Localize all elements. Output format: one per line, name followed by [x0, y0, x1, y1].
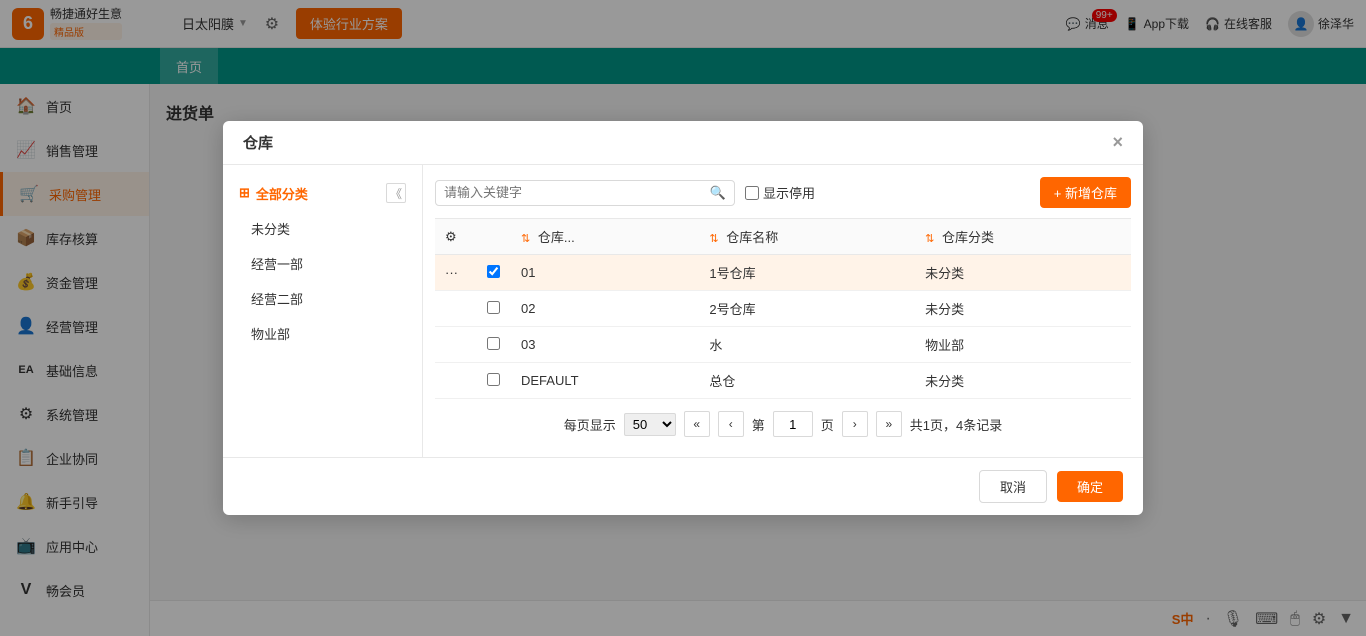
th-code: ⇅ 仓库...	[511, 219, 699, 255]
page-size-select[interactable]: 50 100	[624, 413, 676, 436]
table-toolbar: 🔍 显示停用 + 新增仓库	[435, 177, 1131, 208]
row-actions	[435, 291, 475, 327]
first-page-button[interactable]: «	[684, 411, 710, 437]
row-name: 总仓	[699, 363, 915, 399]
add-warehouse-button[interactable]: + 新增仓库	[1040, 177, 1131, 208]
table-row[interactable]: ··· 01 1号仓库 未分类	[435, 255, 1131, 291]
page-input[interactable]	[773, 411, 813, 437]
row-code: 03	[511, 327, 699, 363]
sort-code-icon: ⇅	[521, 233, 530, 245]
category-item-dept2[interactable]: 经营二部	[223, 281, 422, 316]
table-row[interactable]: 02 2号仓库 未分类	[435, 291, 1131, 327]
row-code: DEFAULT	[511, 363, 699, 399]
th-checkbox	[475, 219, 511, 255]
pagination: 每页显示 50 100 « ‹ 第 页 › » 共1页，4条记录	[435, 399, 1131, 445]
row-code: 02	[511, 291, 699, 327]
show-disabled-checkbox[interactable]	[745, 186, 759, 200]
category-all-header[interactable]: ⊞ 全部分类 《	[223, 175, 422, 211]
sort-name-icon: ⇅	[709, 233, 718, 245]
category-panel: ⊞ 全部分类 《 未分类 经营一部 经营二部 物业部	[223, 165, 423, 457]
row-category: 未分类	[915, 291, 1131, 327]
search-icon[interactable]: 🔍	[710, 185, 726, 201]
modal-header: 仓库 ×	[223, 121, 1143, 165]
table-row[interactable]: DEFAULT 总仓 未分类	[435, 363, 1131, 399]
th-category: ⇅ 仓库分类	[915, 219, 1131, 255]
row-checkbox	[475, 363, 511, 399]
warehouse-table: ⚙ ⇅ 仓库... ⇅ 仓库名称	[435, 218, 1131, 399]
sort-category-icon: ⇅	[925, 233, 934, 245]
category-item-dept1[interactable]: 经营一部	[223, 246, 422, 281]
category-collapse-button[interactable]: 《	[386, 183, 406, 203]
row-checkbox	[475, 327, 511, 363]
row-code: 01	[511, 255, 699, 291]
row-category: 未分类	[915, 255, 1131, 291]
next-page-button[interactable]: ›	[842, 411, 868, 437]
th-name: ⇅ 仓库名称	[699, 219, 915, 255]
row-actions	[435, 363, 475, 399]
show-disabled-area: 显示停用	[745, 183, 815, 202]
modal-close-button[interactable]: ×	[1112, 132, 1123, 153]
last-page-button[interactable]: »	[876, 411, 902, 437]
th-settings: ⚙	[435, 219, 475, 255]
cancel-button[interactable]: 取消	[979, 470, 1047, 503]
warehouse-modal: 仓库 × ⊞ 全部分类 《 未分类 经营一部	[223, 121, 1143, 515]
search-box: 🔍	[435, 180, 735, 206]
modal-footer: 取消 确定	[223, 457, 1143, 515]
category-item-unclassified[interactable]: 未分类	[223, 211, 422, 246]
category-item-property[interactable]: 物业部	[223, 316, 422, 351]
table-panel: 🔍 显示停用 + 新增仓库 ⚙	[423, 165, 1143, 457]
row-checkbox	[475, 255, 511, 291]
table-row[interactable]: 03 水 物业部	[435, 327, 1131, 363]
row-name: 2号仓库	[699, 291, 915, 327]
row-name: 水	[699, 327, 915, 363]
modal-title: 仓库	[243, 132, 273, 153]
row-checkbox	[475, 291, 511, 327]
row-actions	[435, 327, 475, 363]
search-input[interactable]	[444, 185, 710, 200]
category-all-label: ⊞ 全部分类	[239, 184, 308, 203]
table-container: ⚙ ⇅ 仓库... ⇅ 仓库名称	[435, 218, 1131, 399]
row-actions: ···	[435, 255, 475, 291]
prev-page-button[interactable]: ‹	[718, 411, 744, 437]
row-category: 物业部	[915, 327, 1131, 363]
row-name: 1号仓库	[699, 255, 915, 291]
modal-body: ⊞ 全部分类 《 未分类 经营一部 经营二部 物业部	[223, 165, 1143, 457]
row-category: 未分类	[915, 363, 1131, 399]
modal-overlay: 仓库 × ⊞ 全部分类 《 未分类 经营一部	[0, 0, 1366, 636]
confirm-button[interactable]: 确定	[1057, 471, 1123, 502]
